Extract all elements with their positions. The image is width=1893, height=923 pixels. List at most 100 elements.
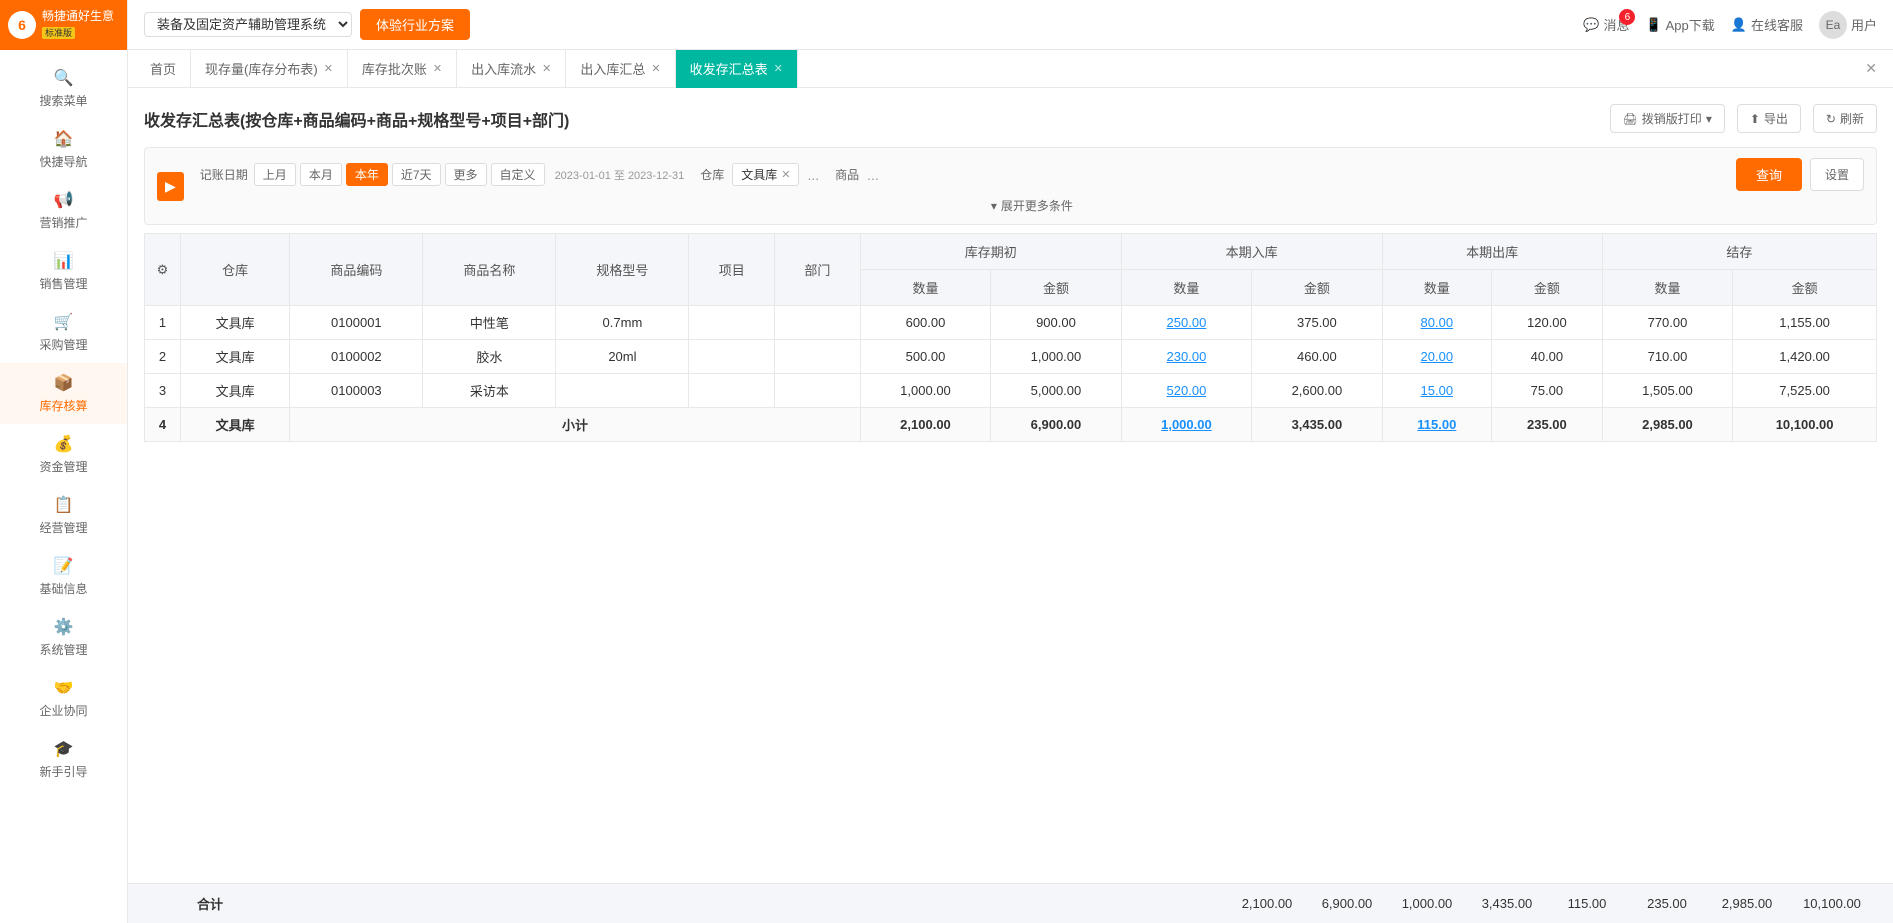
td-close-qty: 1,505.00 [1602,374,1732,408]
th-out-group: 本期出库 [1382,234,1602,270]
tab-inout-flow[interactable]: 出入库流水 ✕ [457,50,566,88]
sidebar-item-label: 企业协同 [39,702,87,719]
avatar: Ea [1819,11,1847,39]
system-name-select[interactable]: 装备及固定资产辅助管理系统 [144,12,352,37]
sidebar-item-finance[interactable]: 💰资金管理 [0,424,127,485]
sidebar-item-search[interactable]: 🔍搜索菜单 [0,58,127,119]
td-seq: 1 [145,306,181,340]
warehouse-dots[interactable]: ... [807,167,819,183]
tab-inventory-dist[interactable]: 现存量(库存分布表)✕ [191,50,348,88]
tab-label: 出入库流水 [471,59,536,78]
tab-label: 库存批次账 [362,59,427,78]
export-button[interactable]: ⬆ 导出 [1737,104,1801,133]
tab-close-icon[interactable]: ✕ [324,62,333,75]
sidebar-item-quick-nav[interactable]: 🏠快捷导航 [0,119,127,180]
tab-inout-summary[interactable]: 出入库汇总 ✕ [566,50,675,88]
date-pill-本年[interactable]: 本年 [346,163,388,186]
bottom-bar: 合计 2,100.00 6,900.00 1,000.00 3,435.00 1… [128,883,1893,923]
date-pill-本月[interactable]: 本月 [300,163,342,186]
goods-filter: 商品 ... [835,166,879,183]
tab-bar: 首页现存量(库存分布表)✕ 库存批次账 ✕ 出入库流水 ✕ 出入库汇总 ✕ 收发存汇总表 ✕ ✕ [128,50,1893,88]
tab-close-icon[interactable]: ✕ [774,62,783,75]
th-dept: 部门 [775,234,861,306]
settings-button[interactable]: 设置 [1810,158,1864,191]
th-close-qty: 数量 [1602,270,1732,306]
tab-label: 出入库汇总 [580,59,645,78]
date-pill-自定义[interactable]: 自定义 [491,163,545,186]
td-in-amt: 460.00 [1252,340,1382,374]
td-seq: 4 [145,408,181,442]
th-warehouse: 仓库 [181,234,290,306]
print-button[interactable]: 🖨 拨销版打印 ▾ [1610,104,1725,133]
td-name: 中性笔 [423,306,556,340]
online-service-item[interactable]: 👤 在线客服 [1731,15,1803,34]
date-filter: 记账日期 上月本月本年近7天更多自定义 2023-01-01 至 2023-12… [200,163,684,186]
goods-dots[interactable]: ... [867,167,879,183]
main-content: 装备及固定资产辅助管理系统 体验行业方案 💬 消息 6 📱 App下载 👤 在线… [128,0,1893,923]
message-item[interactable]: 💬 消息 6 [1583,15,1629,34]
tab-recv-send-summary[interactable]: 收发存汇总表 ✕ [676,50,798,88]
sidebar-item-label: 营销推广 [39,214,87,231]
tab-label: 收发存汇总表 [690,59,768,78]
close-tab-icon[interactable]: ✕ [1857,60,1885,77]
sidebar: 6 畅捷通好生意 标准版 🔍搜索菜单🏠快捷导航📢营销推广📊销售管理🛒采购管理📦库… [0,0,128,923]
trial-button[interactable]: 体验行业方案 [360,9,470,40]
td-spec [556,374,689,408]
service-icon: 👤 [1731,17,1747,33]
th-out-qty: 数量 [1382,270,1491,306]
sidebar-item-guide[interactable]: 🎓新手引导 [0,729,127,790]
tab-batch-ledger[interactable]: 库存批次账 ✕ [348,50,457,88]
bottom-close-amt: 10,100.00 [1787,896,1877,911]
sidebar-item-marketing[interactable]: 📢 营销推广 [0,180,127,241]
marketing-icon: 📢 [54,190,74,210]
td-code: 0100001 [290,306,423,340]
date-pill-近7天[interactable]: 近7天 [392,163,441,186]
sidebar-item-sales[interactable]: 📊销售管理 [0,241,127,302]
tab-close-icon[interactable]: ✕ [651,62,660,75]
tab-close-icon[interactable]: ✕ [542,62,551,75]
td-open-qty: 600.00 [860,306,990,340]
th-in-amt: 金额 [1252,270,1382,306]
refresh-button[interactable]: ↻ 刷新 [1813,104,1877,133]
user-item[interactable]: Ea 用户 [1819,11,1877,39]
sidebar-item-label: 采购管理 [39,336,87,353]
td-open-amt: 5,000.00 [991,374,1121,408]
expand-button[interactable]: ▾ 展开更多条件 [991,197,1073,214]
filter-toggle-button[interactable]: ▶ [157,172,184,201]
th-out-amt: 金额 [1492,270,1603,306]
th-code: 商品编码 [290,234,423,306]
warehouse-tag-close[interactable]: ✕ [781,168,790,181]
sidebar-item-system[interactable]: ⚙️系统管理 [0,607,127,668]
td-in-qty: 1,000.00 [1121,408,1251,442]
td-project [689,374,775,408]
sidebar-item-basic[interactable]: 📝基础信息 [0,546,127,607]
td-out-amt: 75.00 [1492,374,1603,408]
message-icon: 💬 [1583,17,1599,33]
bottom-total-label: 合计 [180,894,240,913]
bottom-open-amt: 6,900.00 [1307,896,1387,911]
tab-label: 首页 [150,59,176,78]
date-pill-更多[interactable]: 更多 [445,163,487,186]
td-out-qty: 115.00 [1382,408,1491,442]
sidebar-item-inventory[interactable]: 📦库存核算 [0,363,127,424]
td-spec: 0.7mm [556,306,689,340]
sidebar-item-operations[interactable]: 📋经营管理 [0,485,127,546]
sidebar-item-purchase[interactable]: 🛒采购管理 [0,302,127,363]
td-out-qty: 15.00 [1382,374,1491,408]
bottom-in-amt: 3,435.00 [1467,896,1547,911]
app-download-item[interactable]: 📱 App下载 [1645,15,1714,34]
td-close-qty: 770.00 [1602,306,1732,340]
tab-close-icon[interactable]: ✕ [433,62,442,75]
sidebar-item-cooperation[interactable]: 🤝企业协同 [0,668,127,729]
warehouse-filter: 仓库 文具库 ✕ ... [700,163,819,186]
logo-icon: 6 [8,11,36,39]
tab-home[interactable]: 首页 [136,50,191,88]
bottom-out-qty: 115.00 [1547,896,1627,911]
th-settings: ⚙ [145,234,181,306]
query-button[interactable]: 查询 [1736,158,1802,191]
operations-icon: 📋 [54,495,74,515]
date-pill-上月[interactable]: 上月 [254,163,296,186]
td-subtotal-label: 小计 [290,408,860,442]
td-open-qty: 2,100.00 [860,408,990,442]
date-pills: 上月本月本年近7天更多自定义 [254,163,545,186]
